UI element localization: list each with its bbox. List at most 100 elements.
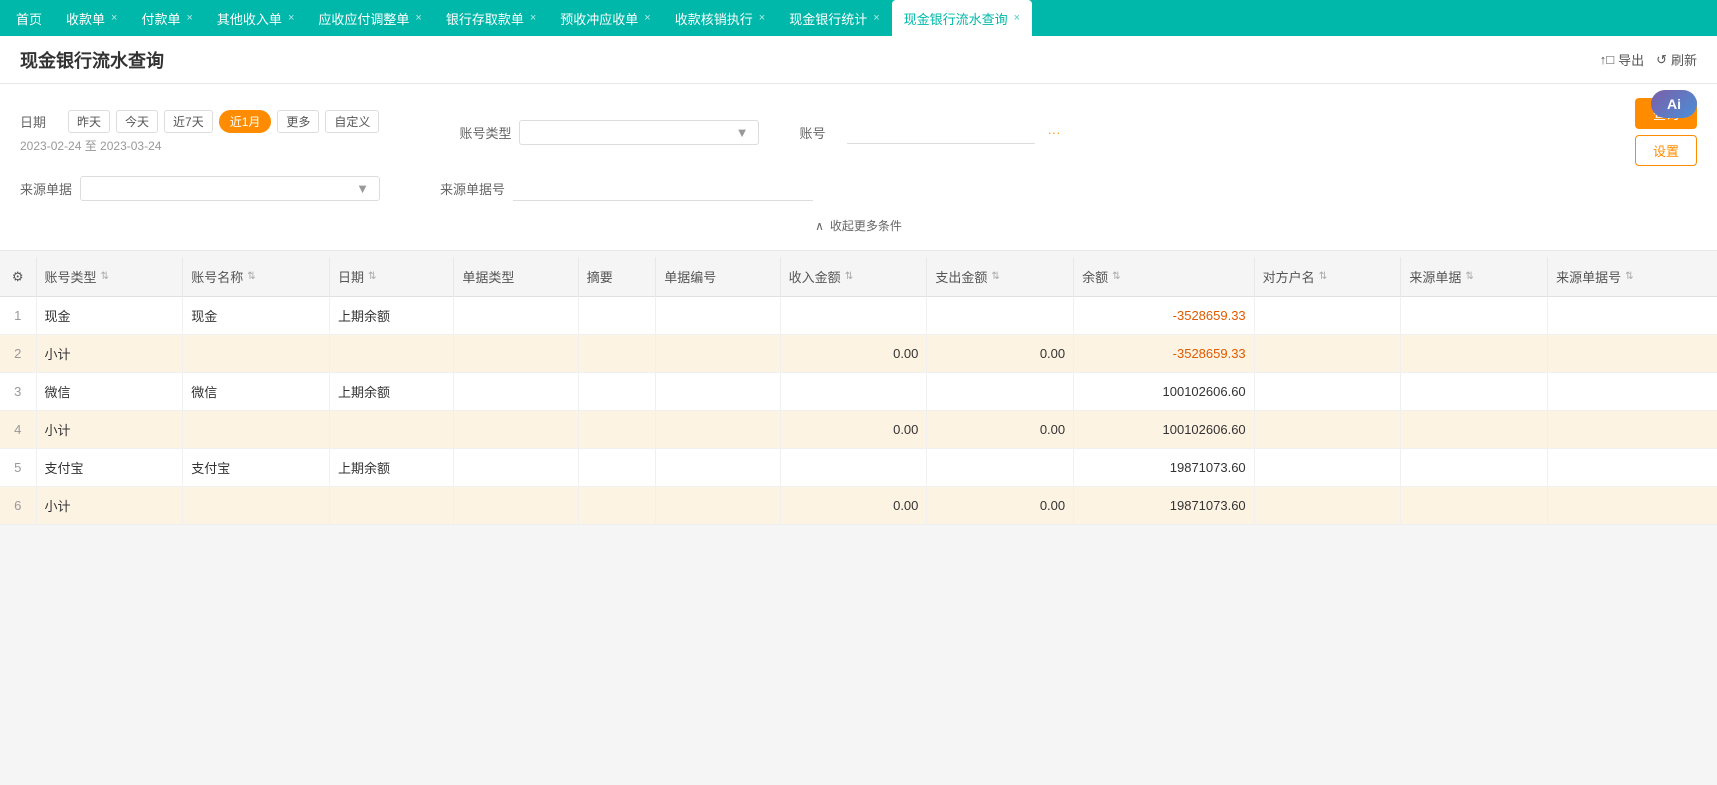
th-source-doc-no[interactable]: 来源单据号⇅ [1548,257,1717,297]
cell-doc-no [656,487,780,525]
cell-summary [578,297,656,335]
cell-summary [578,449,656,487]
close-icon[interactable]: × [644,12,650,24]
cell-expense [927,449,1074,487]
th-settings[interactable]: ⚙ [0,257,36,297]
th-summary: 摘要 [578,257,656,297]
settings-button[interactable]: 设置 [1635,135,1697,166]
filter-row-1: 日期 昨天 今天 近7天 近1月 更多 自定义 2023-02-24 至 202… [20,98,1697,166]
th-doc-no: 单据编号 [656,257,780,297]
close-icon[interactable]: × [873,12,879,24]
cell-income [780,449,927,487]
nav-other-income[interactable]: 其他收入单 × [205,0,306,36]
cell-income: 0.00 [780,411,927,449]
cell-source-doc [1401,487,1548,525]
account-label: 账号 [799,123,839,142]
close-icon[interactable]: × [186,12,192,24]
sort-icon: ⇅ [1112,271,1120,282]
date-buttons: 昨天 今天 近7天 近1月 更多 自定义 [68,110,379,133]
cell-doc-type [454,411,578,449]
account-type-label: 账号类型 [459,123,511,142]
cell-balance: 19871073.60 [1074,449,1255,487]
cell-source-doc-no [1548,411,1717,449]
data-table: ⚙ 账号类型⇅ 账号名称⇅ 日期⇅ 单据类型 摘要 单据编号 [0,257,1717,525]
close-icon[interactable]: × [530,12,536,24]
row-number: 3 [0,373,36,411]
ai-button[interactable]: Ai [1651,90,1697,118]
cell-summary [578,487,656,525]
nav-bank-deposit[interactable]: 银行存取款单 × [434,0,548,36]
nav-payment[interactable]: 付款单 × [129,0,204,36]
nav-home[interactable]: 首页 [4,0,54,36]
cell-source-doc-no [1548,449,1717,487]
row-number: 4 [0,411,36,449]
nav-verify[interactable]: 收款核销执行 × [663,0,777,36]
date-filter: 日期 昨天 今天 近7天 近1月 更多 自定义 2023-02-24 至 202… [20,110,379,154]
cell-account-type: 小计 [36,487,183,525]
close-icon[interactable]: × [1014,12,1020,24]
cell-account-name: 现金 [183,297,330,335]
close-icon[interactable]: × [415,12,421,24]
sort-icon: ⇅ [368,271,376,282]
nav-prepay[interactable]: 预收冲应收单 × [548,0,662,36]
date-yesterday[interactable]: 昨天 [68,110,110,133]
close-icon[interactable]: × [288,12,294,24]
chevron-down-icon: ▼ [356,181,369,196]
cell-date: 上期余额 [329,297,453,335]
nav-flow-query[interactable]: 现金银行流水查询 × [892,0,1032,36]
th-account-type[interactable]: 账号类型⇅ [36,257,183,297]
cell-doc-no [656,373,780,411]
th-source-doc[interactable]: 来源单据⇅ [1401,257,1548,297]
date-7days[interactable]: 近7天 [164,110,213,133]
ellipsis-icon[interactable]: ··· [1043,121,1064,144]
cell-doc-type [454,487,578,525]
sort-icon: ⇅ [1319,271,1327,282]
th-income[interactable]: 收入金额⇅ [780,257,927,297]
close-icon[interactable]: × [759,12,765,24]
table-row: 1 现金 现金 上期余额 -3528659.33 [0,297,1717,335]
refresh-button[interactable]: ↺ 刷新 [1656,50,1697,69]
cell-balance: -3528659.33 [1074,335,1255,373]
th-counterpart[interactable]: 对方户名⇅ [1254,257,1401,297]
source-doc-select[interactable]: ▼ [80,176,380,201]
account-filter: 账号 ··· [799,120,1064,144]
date-label: 日期 [20,112,60,131]
cell-source-doc-no [1548,373,1717,411]
th-expense[interactable]: 支出金额⇅ [927,257,1074,297]
th-doc-type: 单据类型 [454,257,578,297]
date-1month[interactable]: 近1月 [219,110,272,133]
cell-counterpart [1254,297,1401,335]
cell-account-name: 微信 [183,373,330,411]
th-balance[interactable]: 余额⇅ [1074,257,1255,297]
account-input[interactable] [847,120,1035,144]
row-number: 2 [0,335,36,373]
sort-icon: ⇅ [101,271,109,282]
th-date[interactable]: 日期⇅ [329,257,453,297]
nav-adjustment[interactable]: 应收应付调整单 × [306,0,433,36]
table-header-row: ⚙ 账号类型⇅ 账号名称⇅ 日期⇅ 单据类型 摘要 单据编号 [0,257,1717,297]
cell-source-doc-no [1548,335,1717,373]
date-custom[interactable]: 自定义 [325,110,379,133]
date-today[interactable]: 今天 [116,110,158,133]
cell-date: 上期余额 [329,373,453,411]
table-row: 5 支付宝 支付宝 上期余额 19871073.60 [0,449,1717,487]
nav-receipt[interactable]: 收款单 × [54,0,129,36]
export-button[interactable]: ↑□ 导出 [1600,50,1644,69]
cell-date [329,411,453,449]
cell-doc-type [454,335,578,373]
row-number: 5 [0,449,36,487]
cell-expense [927,297,1074,335]
account-type-select[interactable]: ▼ [519,120,759,145]
source-doc-filter: 来源单据 ▼ [20,176,380,201]
cell-source-doc-no [1548,297,1717,335]
close-icon[interactable]: × [111,12,117,24]
th-account-name[interactable]: 账号名称⇅ [183,257,330,297]
collapse-bar[interactable]: ∧ 收起更多条件 [20,211,1697,236]
table-body: 1 现金 现金 上期余额 -3528659.33 2 小计 0.00 0.00 … [0,297,1717,525]
date-more[interactable]: 更多 [277,110,319,133]
sort-icon: ⇅ [845,271,853,282]
source-doc-no-input[interactable] [513,177,813,201]
cell-account-name [183,335,330,373]
cell-balance: 100102606.60 [1074,373,1255,411]
nav-stats[interactable]: 现金银行统计 × [777,0,891,36]
